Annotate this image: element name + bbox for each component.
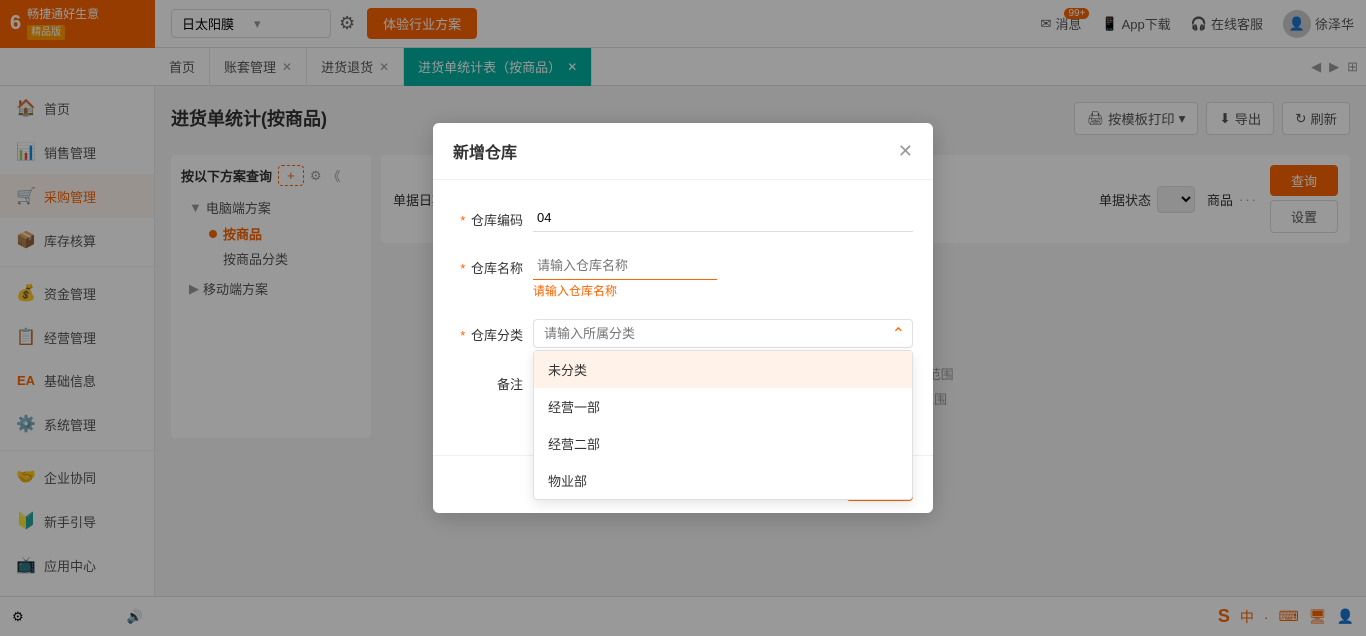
note-label: 备注	[453, 368, 533, 393]
form-row-code: * 仓库编码	[453, 204, 913, 232]
code-input[interactable]	[533, 204, 913, 232]
form-row-category: * 仓库分类 ⌃ 未分类 经营一部 经营二部 物业部	[453, 319, 913, 348]
add-warehouse-dialog: 新增仓库 ✕ * 仓库编码 * 仓库名称 请输入仓库名称	[433, 123, 933, 513]
dropdown-item-ops1[interactable]: 经营一部	[534, 388, 912, 425]
required-star-cat: *	[460, 328, 465, 343]
dropdown-item-ops3[interactable]: 物业部	[534, 462, 912, 499]
dialog-overlay: 新增仓库 ✕ * 仓库编码 * 仓库名称 请输入仓库名称	[0, 0, 1366, 636]
required-star: *	[460, 213, 465, 228]
dropdown-item-ops2[interactable]: 经营二部	[534, 425, 912, 462]
name-label: * 仓库名称	[453, 252, 533, 277]
name-wrapper: 请输入仓库名称	[533, 252, 913, 299]
code-label: * 仓库编码	[453, 204, 533, 229]
dialog-header: 新增仓库 ✕	[433, 123, 933, 180]
category-label: * 仓库分类	[453, 319, 533, 344]
category-arrow-icon: ⌃	[892, 324, 905, 344]
required-star-name: *	[460, 261, 465, 276]
category-select-wrapper: ⌃ 未分类 经营一部 经营二部 物业部	[533, 319, 913, 348]
category-input[interactable]	[533, 319, 913, 348]
category-dropdown: 未分类 经营一部 经营二部 物业部	[533, 350, 913, 500]
dialog-close-button[interactable]: ✕	[898, 141, 913, 162]
form-row-name: * 仓库名称 请输入仓库名称	[453, 252, 913, 299]
dialog-body: * 仓库编码 * 仓库名称 请输入仓库名称 *	[433, 180, 933, 455]
dropdown-item-uncategorized[interactable]: 未分类	[534, 351, 912, 388]
name-input[interactable]	[533, 252, 717, 280]
dialog-title: 新增仓库	[453, 139, 517, 163]
name-error-msg: 请输入仓库名称	[533, 282, 913, 299]
